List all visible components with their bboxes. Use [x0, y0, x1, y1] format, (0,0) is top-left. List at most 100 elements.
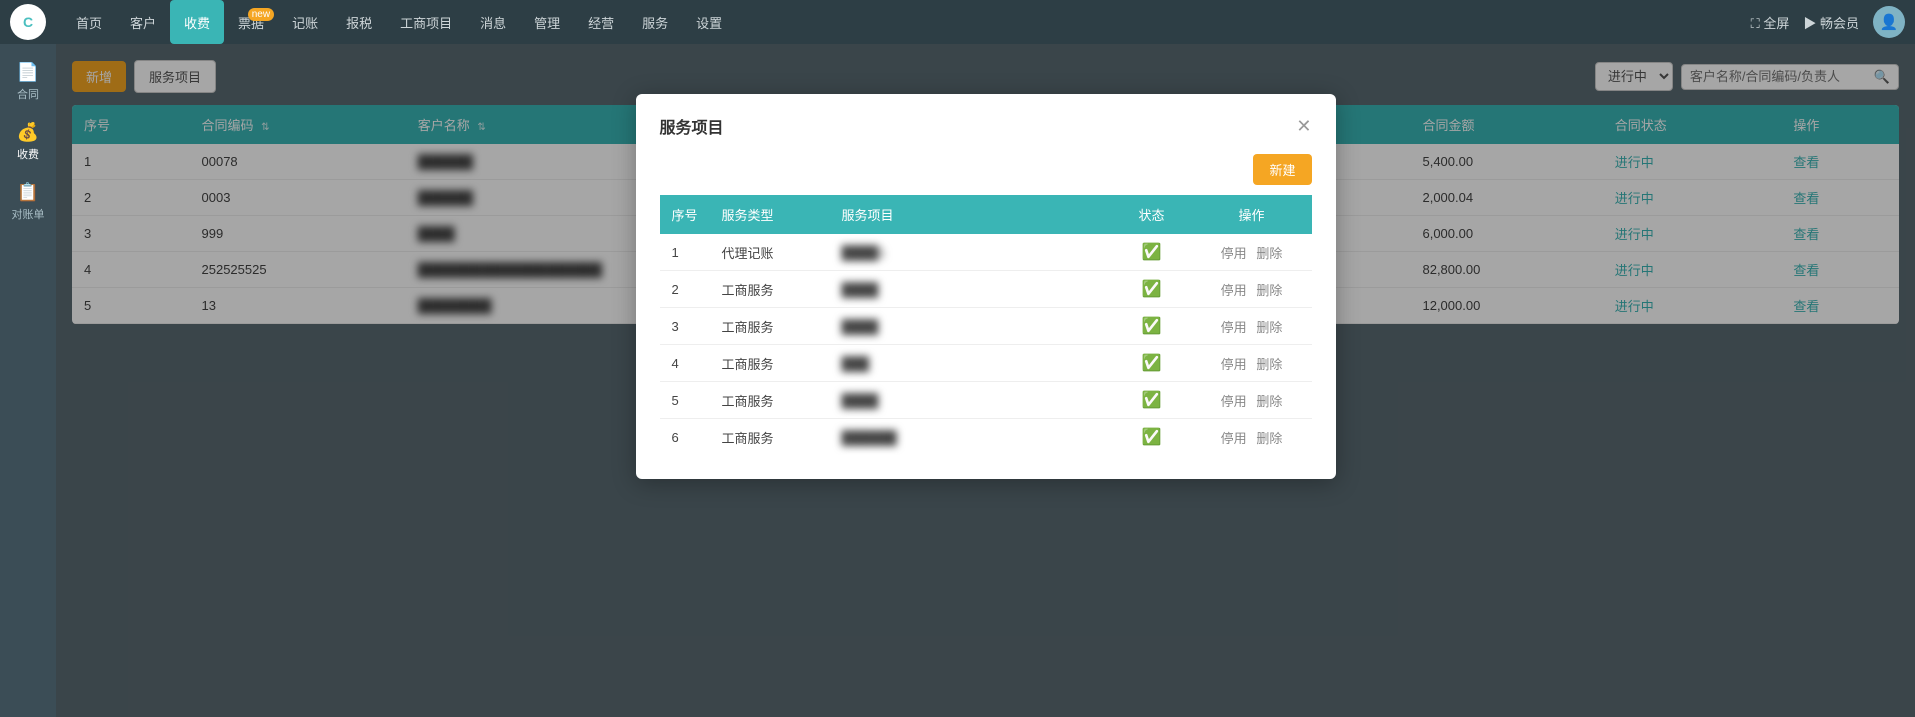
reconcile-icon: 📋	[17, 182, 39, 203]
nav-tax[interactable]: 报税	[332, 0, 386, 44]
modal-cell-type: 工商服务	[710, 382, 830, 419]
modal-col-status: 状态	[1112, 195, 1192, 234]
modal-cell-action: 停用 删除	[1192, 382, 1312, 419]
nav-charge[interactable]: 收费	[170, 0, 224, 44]
modal-cell-item: ██████	[830, 419, 1112, 456]
nav-operation[interactable]: 经营	[574, 0, 628, 44]
delete-button[interactable]: 删除	[1256, 431, 1282, 446]
modal-table-row: 3 工商服务 ████ ✅ 停用 删除	[660, 308, 1312, 345]
modal-cell-no: 4	[660, 345, 710, 382]
content-area: 新增 服务项目 进行中 🔍 序号 合同编码 ⇅ 客户名称 ⇅ 服务项目 ▼	[56, 44, 1915, 717]
modal-cell-action: 停用 删除	[1192, 419, 1312, 456]
sidebar-item-reconcile[interactable]: 📋 对账单	[3, 174, 53, 230]
charge-icon: 💰	[17, 122, 39, 143]
modal-cell-no: 2	[660, 271, 710, 308]
modal-table-row: 2 工商服务 ████ ✅ 停用 删除	[660, 271, 1312, 308]
modal-cell-type: 代理记账	[710, 234, 830, 271]
delete-button[interactable]: 删除	[1256, 246, 1282, 261]
delete-button[interactable]: 删除	[1256, 357, 1282, 372]
sidebar-label-reconcile: 对账单	[12, 206, 45, 222]
modal-cell-item: ████	[830, 382, 1112, 419]
nav-manage[interactable]: 管理	[520, 0, 574, 44]
logo[interactable]: C	[10, 4, 46, 40]
nav-client[interactable]: 客户	[116, 0, 170, 44]
modal-cell-item: ███	[830, 345, 1112, 382]
status-check-icon: ✅	[1142, 429, 1162, 446]
stop-button[interactable]: 停用	[1221, 431, 1247, 446]
nav-message[interactable]: 消息	[466, 0, 520, 44]
modal-table-row: 1 代理记账 ████1 ✅ 停用 删除	[660, 234, 1312, 271]
status-check-icon: ✅	[1142, 392, 1162, 409]
status-check-icon: ✅	[1142, 355, 1162, 372]
modal-cell-no: 5	[660, 382, 710, 419]
stop-button[interactable]: 停用	[1221, 246, 1247, 261]
status-check-icon: ✅	[1142, 318, 1162, 335]
modal-cell-no: 6	[660, 419, 710, 456]
modal-cell-status: ✅	[1112, 345, 1192, 382]
sidebar-label-charge: 收费	[17, 146, 39, 162]
modal-table-body: 1 代理记账 ████1 ✅ 停用 删除 2 工商服务 ████ ✅ 停用 删除…	[660, 234, 1312, 455]
fullscreen-btn[interactable]: ⛶ 全屏	[1751, 13, 1790, 32]
modal-cell-action: 停用 删除	[1192, 345, 1312, 382]
modal-col-item: 服务项目	[830, 195, 1112, 234]
modal-cell-type: 工商服务	[710, 308, 830, 345]
status-check-icon: ✅	[1142, 244, 1162, 261]
nav-service[interactable]: 服务	[628, 0, 682, 44]
stop-button[interactable]: 停用	[1221, 357, 1247, 372]
delete-button[interactable]: 删除	[1256, 394, 1282, 409]
sidebar-label-contract: 合同	[17, 86, 39, 102]
modal-header: 服务项目 ✕	[660, 114, 1312, 138]
modal-cell-type: 工商服务	[710, 419, 830, 456]
modal-title: 服务项目	[660, 114, 724, 138]
modal-cell-type: 工商服务	[710, 271, 830, 308]
modal-cell-action: 停用 删除	[1192, 234, 1312, 271]
modal-col-no: 序号	[660, 195, 710, 234]
delete-button[interactable]: 删除	[1256, 283, 1282, 298]
modal-col-type: 服务类型	[710, 195, 830, 234]
nav-settings[interactable]: 设置	[682, 0, 736, 44]
sidebar-item-contract[interactable]: 📄 合同	[3, 54, 53, 110]
bill-badge: new	[248, 8, 274, 21]
modal-table-header: 序号 服务类型 服务项目 状态 操作	[660, 195, 1312, 234]
modal-new-button[interactable]: 新建	[1253, 154, 1311, 185]
vip-btn[interactable]: ▶ 畅会员	[1803, 13, 1859, 32]
sidebar: 📄 合同 💰 收费 📋 对账单	[0, 44, 56, 717]
modal-cell-action: 停用 删除	[1192, 308, 1312, 345]
nav-items: 首页 客户 收费 票据 new 记账 报税 工商项目 消息 管理 经营 服务 设…	[62, 0, 1751, 44]
nav-bill[interactable]: 票据 new	[224, 0, 278, 44]
modal-table-row: 4 工商服务 ███ ✅ 停用 删除	[660, 345, 1312, 382]
service-modal: 服务项目 ✕ 新建 序号 服务类型 服务项目 状态 操作	[636, 94, 1336, 479]
modal-cell-action: 停用 删除	[1192, 271, 1312, 308]
status-check-icon: ✅	[1142, 281, 1162, 298]
top-navigation: C 首页 客户 收费 票据 new 记账 报税 工商项目 消息 管理 经营 服务…	[0, 0, 1915, 44]
modal-col-action: 操作	[1192, 195, 1312, 234]
modal-cell-item: ████1	[830, 234, 1112, 271]
modal-toolbar: 新建	[660, 154, 1312, 185]
nav-home[interactable]: 首页	[62, 0, 116, 44]
stop-button[interactable]: 停用	[1221, 394, 1247, 409]
modal-cell-item: ████	[830, 308, 1112, 345]
modal-table-scroll[interactable]: 序号 服务类型 服务项目 状态 操作 1 代理记账 ████1 ✅ 停用 删除 …	[660, 195, 1312, 455]
nav-business[interactable]: 工商项目	[386, 0, 466, 44]
main-layout: 📄 合同 💰 收费 📋 对账单 新增 服务项目 进行中 🔍	[0, 44, 1915, 717]
modal-cell-type: 工商服务	[710, 345, 830, 382]
modal-cell-status: ✅	[1112, 234, 1192, 271]
modal-table-row: 6 工商服务 ██████ ✅ 停用 删除	[660, 419, 1312, 456]
nav-right: ⛶ 全屏 ▶ 畅会员 👤	[1751, 6, 1905, 38]
modal-cell-status: ✅	[1112, 419, 1192, 456]
modal-cell-no: 3	[660, 308, 710, 345]
delete-button[interactable]: 删除	[1256, 320, 1282, 335]
modal-table-row: 5 工商服务 ████ ✅ 停用 删除	[660, 382, 1312, 419]
modal-cell-status: ✅	[1112, 382, 1192, 419]
sidebar-item-charge[interactable]: 💰 收费	[3, 114, 53, 170]
modal-cell-status: ✅	[1112, 271, 1192, 308]
stop-button[interactable]: 停用	[1221, 320, 1247, 335]
contract-icon: 📄	[17, 62, 39, 83]
modal-cell-item: ████	[830, 271, 1112, 308]
avatar[interactable]: 👤	[1873, 6, 1905, 38]
nav-bookkeeping[interactable]: 记账	[278, 0, 332, 44]
modal-close-button[interactable]: ✕	[1296, 116, 1311, 137]
modal-cell-status: ✅	[1112, 308, 1192, 345]
modal-cell-no: 1	[660, 234, 710, 271]
stop-button[interactable]: 停用	[1221, 283, 1247, 298]
